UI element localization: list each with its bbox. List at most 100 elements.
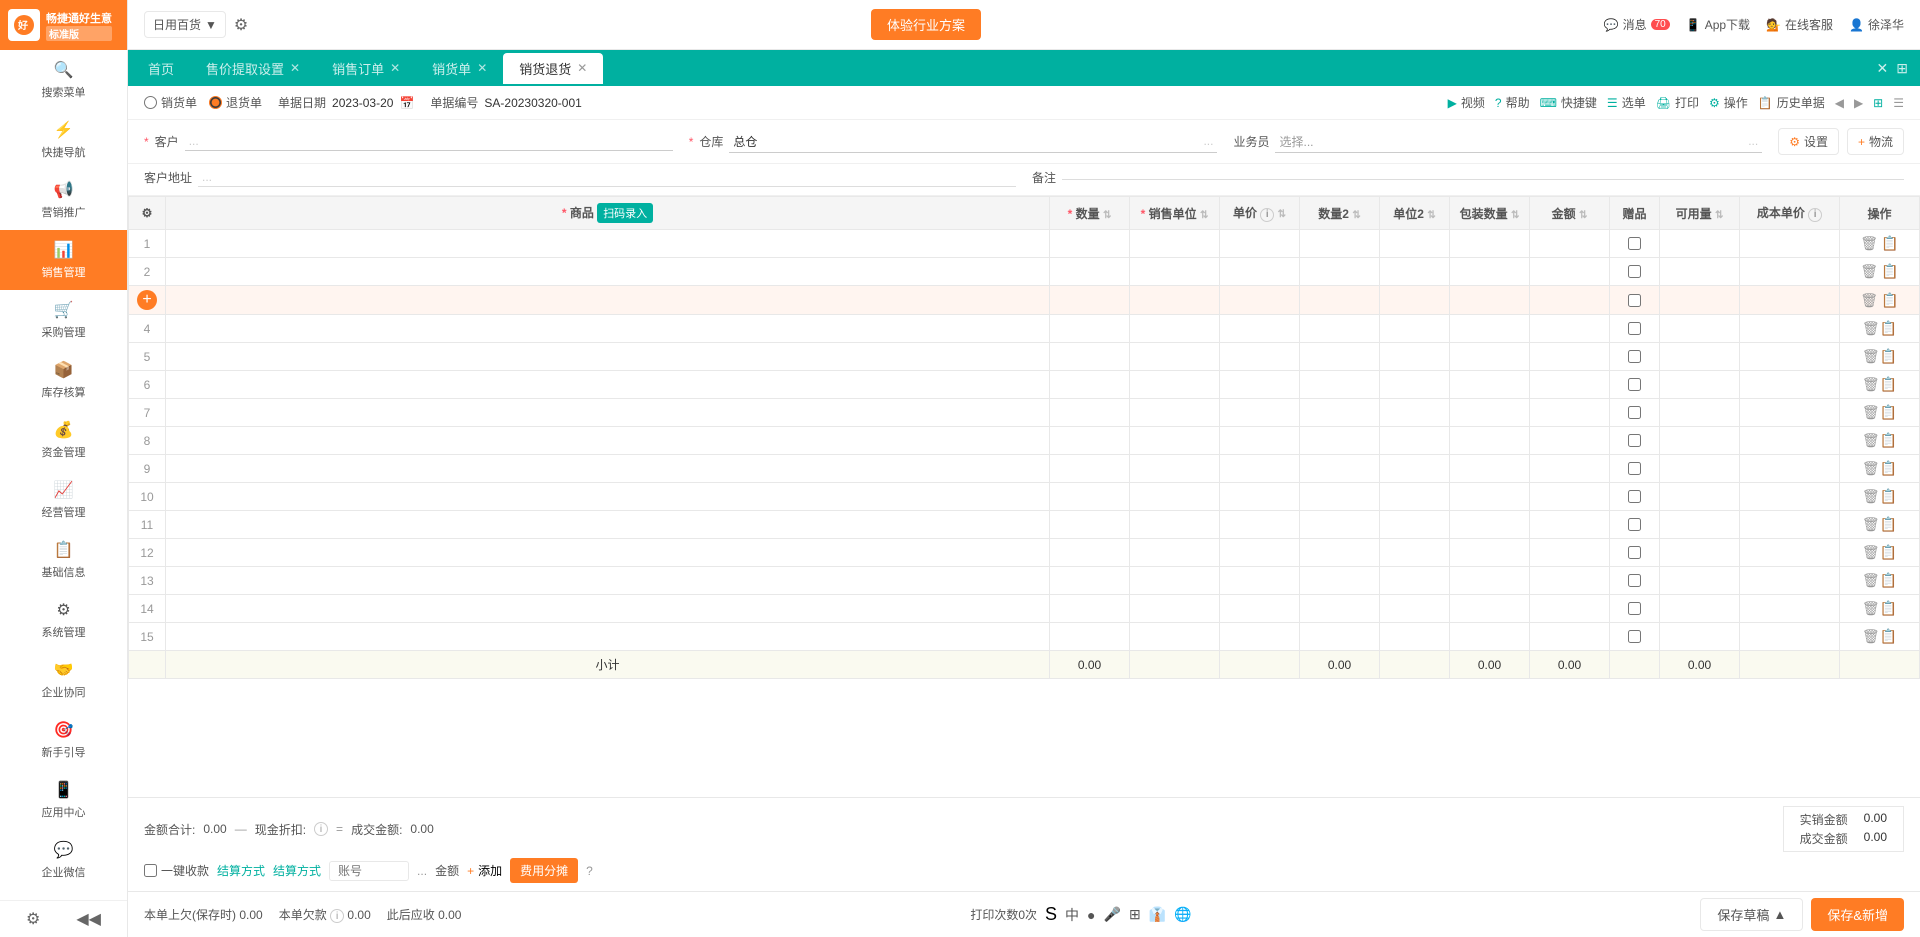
sogou-icon[interactable]: S xyxy=(1045,904,1057,925)
radio-sale-input[interactable] xyxy=(144,96,157,109)
history-btn[interactable]: 📋历史单据 xyxy=(1758,94,1825,111)
account-input[interactable] xyxy=(329,861,409,881)
copy-7[interactable]: 📋 xyxy=(1880,404,1897,421)
trial-plan-button[interactable]: 体验行业方案 xyxy=(871,9,981,40)
window-maximize-icon[interactable]: ⊞ xyxy=(1896,60,1908,77)
row-qty2-3[interactable] xyxy=(1300,286,1380,315)
th-unit-sort-icon[interactable]: ⇅ xyxy=(1200,210,1208,221)
add-payment-btn[interactable]: + 添加 xyxy=(467,862,502,879)
del-4[interactable]: 🗑 xyxy=(1862,320,1880,337)
row-amount-3[interactable] xyxy=(1530,286,1610,315)
gift-checkbox-2[interactable] xyxy=(1628,265,1641,278)
logistics-btn[interactable]: + 物流 xyxy=(1847,128,1904,155)
th-amount-sort-icon[interactable]: ⇅ xyxy=(1579,210,1587,221)
calendar-icon[interactable]: 📅 xyxy=(399,96,414,110)
fee-split-btn[interactable]: 费用分摊 xyxy=(510,858,578,883)
tab-sales-order-close-icon[interactable]: ✕ xyxy=(390,61,400,75)
gift-cb-13[interactable] xyxy=(1628,574,1641,587)
unit-price-info-icon[interactable]: i xyxy=(1260,208,1274,222)
app-download-btn[interactable]: 📱 App下载 xyxy=(1686,16,1750,33)
th-price-sort-icon[interactable]: ⇅ xyxy=(1278,209,1286,220)
gift-cb-8[interactable] xyxy=(1628,434,1641,447)
sidebar-item-finance[interactable]: 💰 资金管理 xyxy=(0,410,127,470)
row-qty2-2[interactable] xyxy=(1300,258,1380,286)
row-gift-1[interactable] xyxy=(1610,230,1660,258)
th-qty2-sort-icon[interactable]: ⇅ xyxy=(1352,210,1360,221)
row-price-2[interactable] xyxy=(1220,258,1300,286)
row-unit-2[interactable] xyxy=(1130,258,1220,286)
th-unit2-sort-icon[interactable]: ⇅ xyxy=(1427,210,1435,221)
tab-home[interactable]: 首页 xyxy=(132,53,190,84)
row-amount-2[interactable] xyxy=(1530,258,1610,286)
tab-sales-return[interactable]: 销货退货 ✕ xyxy=(503,53,603,84)
gift-cb-9[interactable] xyxy=(1628,462,1641,475)
row-product-1[interactable] xyxy=(166,230,1050,258)
gift-cb-14[interactable] xyxy=(1628,602,1641,615)
row-product-2[interactable] xyxy=(166,258,1050,286)
remark-input[interactable] xyxy=(1062,175,1904,180)
radio-return-input[interactable] xyxy=(209,96,222,109)
gift-cb-5[interactable] xyxy=(1628,350,1641,363)
select-bill-btn[interactable]: ☰选单 xyxy=(1607,94,1646,111)
sidebar-item-quicknav[interactable]: ⚡ 快捷导航 xyxy=(0,110,127,170)
next-record-icon[interactable]: ▶ xyxy=(1854,96,1863,110)
copy-9[interactable]: 📋 xyxy=(1880,460,1897,477)
sidebar-item-operations[interactable]: 📈 经营管理 xyxy=(0,470,127,530)
delete-row-1-btn[interactable]: 🗑 xyxy=(1860,235,1878,252)
row-pack-3[interactable] xyxy=(1450,286,1530,315)
tab-price-extract[interactable]: 售价提取设置 ✕ xyxy=(190,53,316,84)
del-14[interactable]: 🗑 xyxy=(1862,600,1880,617)
discount-info-icon[interactable]: i xyxy=(314,822,328,836)
user-menu-btn[interactable]: 👤 徐泽华 xyxy=(1849,16,1904,33)
copy-14[interactable]: 📋 xyxy=(1880,600,1897,617)
radio-return-bill[interactable]: 退货单 xyxy=(209,94,262,111)
copy-12[interactable]: 📋 xyxy=(1880,544,1897,561)
radio-sale-bill[interactable]: 销货单 xyxy=(144,94,197,111)
doc-date-value[interactable]: 2023-03-20 xyxy=(332,96,393,110)
sidebar-item-appcenter[interactable]: 📱 应用中心 xyxy=(0,770,127,830)
sidebar-item-collab[interactable]: 🤝 企业协同 xyxy=(0,650,127,710)
row-unit2-2[interactable] xyxy=(1380,258,1450,286)
tool6-icon[interactable]: 👔 xyxy=(1149,906,1166,923)
customer-input[interactable]: ... xyxy=(185,132,673,151)
table-settings-icon[interactable]: ⚙ xyxy=(142,206,153,220)
help-btn[interactable]: ?帮助 xyxy=(1495,94,1530,111)
sidebar-item-system[interactable]: ⚙ 系统管理 xyxy=(0,590,127,650)
copy-5[interactable]: 📋 xyxy=(1880,348,1897,365)
row-pack-2[interactable] xyxy=(1450,258,1530,286)
cost-price-info-icon[interactable]: i xyxy=(1808,208,1822,222)
gift-cb-7[interactable] xyxy=(1628,406,1641,419)
sidebar-item-basic[interactable]: 📋 基础信息 xyxy=(0,530,127,590)
copy-row-2-btn[interactable]: 📋 xyxy=(1881,263,1898,280)
settings-btn[interactable]: ⚙ 设置 xyxy=(1778,128,1839,155)
row-cost-2[interactable] xyxy=(1740,258,1840,286)
gift-cb-15[interactable] xyxy=(1628,630,1641,643)
copy-row-1-btn[interactable]: 📋 xyxy=(1881,235,1898,252)
grid-view-icon[interactable]: ⊞ xyxy=(1873,96,1883,110)
gift-cb-6[interactable] xyxy=(1628,378,1641,391)
tool4-icon[interactable]: 🎤 xyxy=(1104,906,1121,923)
footer-help-icon[interactable]: ? xyxy=(586,864,593,878)
tab-sales-bill-close-icon[interactable]: ✕ xyxy=(477,61,487,75)
th-pack-sort-icon[interactable]: ⇅ xyxy=(1511,210,1519,221)
row-qty-1[interactable] xyxy=(1050,230,1130,258)
gift-checkbox-3[interactable] xyxy=(1628,294,1641,307)
th-qty-sort-icon[interactable]: ⇅ xyxy=(1103,210,1111,221)
row-unit2-3[interactable] xyxy=(1380,286,1450,315)
tab-price-extract-close-icon[interactable]: ✕ xyxy=(290,61,300,75)
window-close-icon[interactable]: ✕ xyxy=(1877,60,1889,77)
copy-8[interactable]: 📋 xyxy=(1880,432,1897,449)
operation-btn[interactable]: ⚙操作 xyxy=(1709,94,1748,111)
row-cost-1[interactable] xyxy=(1740,230,1840,258)
sidebar-item-sales[interactable]: 📊 销售管理 xyxy=(0,230,127,290)
copy-11[interactable]: 📋 xyxy=(1880,516,1897,533)
row-qty2-1[interactable] xyxy=(1300,230,1380,258)
row-avail-2[interactable] xyxy=(1660,258,1740,286)
row-amount-1[interactable] xyxy=(1530,230,1610,258)
print-btn[interactable]: 🖨打印 xyxy=(1656,94,1699,111)
save-draft-btn[interactable]: 保存草稿 ▲ xyxy=(1700,898,1803,931)
row-unit2-1[interactable] xyxy=(1380,230,1450,258)
row-product-3[interactable] xyxy=(166,286,1050,315)
sidebar-item-wecom[interactable]: 💬 企业微信 xyxy=(0,830,127,890)
tool2-icon[interactable]: 中 xyxy=(1065,905,1079,925)
